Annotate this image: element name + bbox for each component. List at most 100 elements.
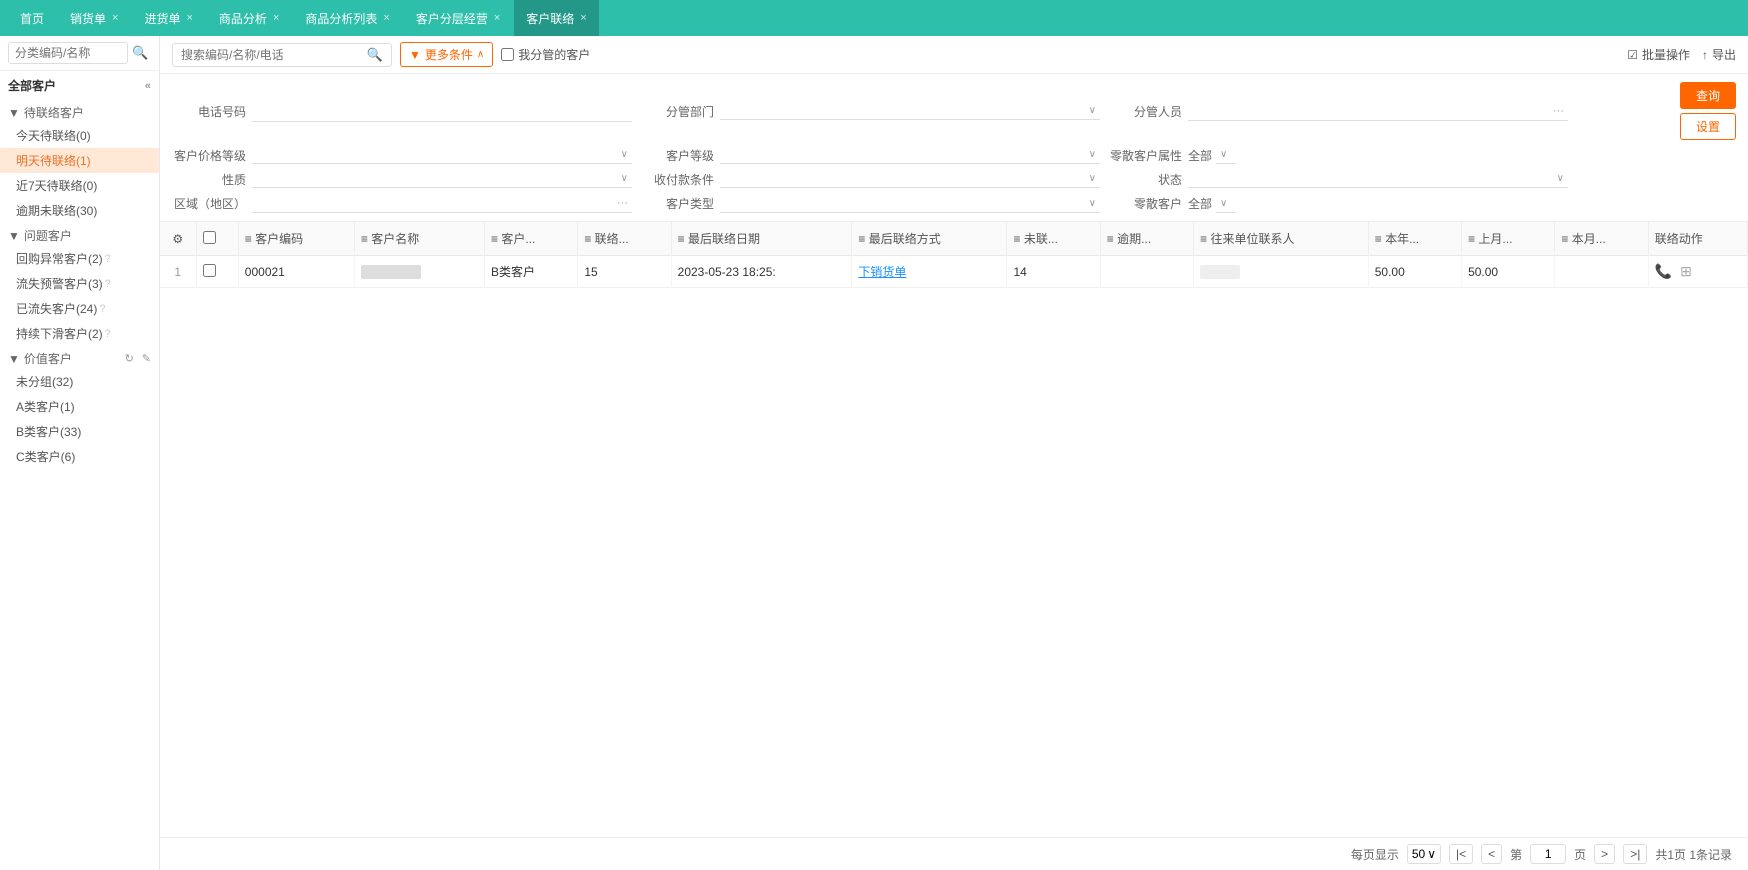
prev-page-button[interactable]: < xyxy=(1481,844,1502,864)
sort-type-icon: ≡ xyxy=(491,232,498,246)
close-product-analysis-icon[interactable]: × xyxy=(273,12,279,24)
filter-dept-select[interactable]: ∨ xyxy=(720,102,1100,120)
sidebar-item-churn-warning[interactable]: 流失预警客户(3) ? xyxy=(0,271,159,296)
filter-region-select[interactable]: ··· xyxy=(252,194,632,213)
th-type[interactable]: ≡ 客户... xyxy=(485,222,578,256)
sidebar-item-class-a[interactable]: A类客户(1) xyxy=(0,394,159,419)
sidebar-item-overdue-contact[interactable]: 逾期未联络(30) xyxy=(0,198,159,223)
nav-purchase-order[interactable]: 进货单 × xyxy=(132,0,204,36)
sidebar-item-repurchase-abnormal[interactable]: 回购异常客户(2) ? xyxy=(0,246,159,271)
edit-value-icon[interactable]: ✎ xyxy=(142,352,151,365)
filter-retail-attr-select[interactable]: ∨ xyxy=(1216,146,1236,164)
filter-status: 状态 ∨ xyxy=(1108,170,1568,188)
batch-op-button[interactable]: ☑ 批量操作 xyxy=(1627,46,1690,63)
th-code[interactable]: ≡ 客户编码 xyxy=(238,222,354,256)
sidebar-item-declining[interactable]: 持续下滑客户(2) ? xyxy=(0,321,159,346)
th-overdue[interactable]: ≡ 逾期... xyxy=(1100,222,1193,256)
filter-region: 区域（地区） ··· xyxy=(172,194,632,213)
sidebar-item-class-c[interactable]: C类客户(6) xyxy=(0,444,159,469)
th-contact-count[interactable]: ≡ 联络... xyxy=(578,222,671,256)
page-input[interactable] xyxy=(1530,844,1566,864)
cell-last-method[interactable]: 下销货单 xyxy=(852,256,1007,288)
nav-sales-order[interactable]: 销货单 × xyxy=(58,0,130,36)
group-value-customers[interactable]: ▼ 价值客户 ↻ ✎ xyxy=(0,346,159,369)
group-problem-customers[interactable]: ▼ 问题客户 xyxy=(0,223,159,246)
sort-this-month-icon: ≡ xyxy=(1561,232,1568,246)
th-last-date[interactable]: ≡ 最后联络日期 xyxy=(671,222,852,256)
th-checkbox[interactable] xyxy=(196,222,238,256)
filter-status-label: 状态 xyxy=(1108,171,1188,188)
filter-retail-customer: 零散客户 全部 ∨ xyxy=(1108,195,1568,213)
retail-customer-arrow-icon: ∨ xyxy=(1220,198,1227,209)
select-all-checkbox[interactable] xyxy=(203,231,216,244)
filter-status-select[interactable]: ∨ xyxy=(1188,170,1568,188)
close-sales-order-icon[interactable]: × xyxy=(112,12,118,24)
page-size-select[interactable]: 50 ∨ xyxy=(1407,844,1441,864)
all-customers-header[interactable]: 全部客户 « xyxy=(0,71,159,100)
filter-payment-terms-label: 收付款条件 xyxy=(640,171,720,188)
filter-nature-select[interactable]: ∨ xyxy=(252,170,632,188)
close-purchase-order-icon[interactable]: × xyxy=(186,12,192,24)
filter-arrow-icon: ∧ xyxy=(477,49,484,60)
next-page-button[interactable]: > xyxy=(1594,844,1615,864)
filter-customer-type-select[interactable]: ∨ xyxy=(720,195,1100,213)
sidebar-item-class-b[interactable]: B类客户(33) xyxy=(0,419,159,444)
sidebar-item-ungrouped[interactable]: 未分组(32) xyxy=(0,369,159,394)
sidebar-item-today-contact[interactable]: 今天待联络(0) xyxy=(0,123,159,148)
close-customer-tiering-icon[interactable]: × xyxy=(494,12,500,24)
my-customers-checkbox[interactable]: 我分管的客户 xyxy=(501,46,590,63)
sidebar-item-churned[interactable]: 已流失客户(24) ? xyxy=(0,296,159,321)
nav-customer-contact[interactable]: 客户联络 × xyxy=(514,0,598,36)
call-icon[interactable]: 📞 xyxy=(1655,263,1672,280)
last-page-button[interactable]: >| xyxy=(1623,844,1647,864)
nav-product-analysis[interactable]: 商品分析 × xyxy=(207,0,291,36)
th-no-contact[interactable]: ≡ 未联... xyxy=(1007,222,1100,256)
sidebar-item-tomorrow-contact[interactable]: 明天待联络(1) xyxy=(0,148,159,173)
filter-region-label: 区域（地区） xyxy=(172,195,252,212)
gear-icon[interactable]: ⚙ xyxy=(172,232,183,246)
sidebar-search-icon[interactable]: 🔍 xyxy=(132,45,148,61)
more-filter-button[interactable]: ▼ 更多条件 ∧ xyxy=(400,42,493,67)
filter-retail-customer-select[interactable]: ∨ xyxy=(1216,195,1236,213)
cell-checkbox[interactable] xyxy=(196,256,238,288)
group-problem-label: 问题客户 xyxy=(24,227,72,244)
search-icon[interactable]: 🔍 xyxy=(367,47,383,63)
refresh-value-icon[interactable]: ↻ xyxy=(125,352,134,365)
th-name[interactable]: ≡ 客户名称 xyxy=(354,222,484,256)
query-button[interactable]: 查询 xyxy=(1680,82,1736,109)
first-page-button[interactable]: |< xyxy=(1449,844,1473,864)
my-customers-check[interactable] xyxy=(501,48,514,61)
price-level-arrow-icon: ∨ xyxy=(621,149,628,160)
row-checkbox[interactable] xyxy=(203,264,216,277)
person-more-icon: ··· xyxy=(1553,105,1564,117)
th-this-year[interactable]: ≡ 本年... xyxy=(1368,222,1461,256)
th-gear[interactable]: ⚙ xyxy=(160,222,196,256)
th-last-month[interactable]: ≡ 上月... xyxy=(1462,222,1555,256)
filter-price-level-select[interactable]: ∨ xyxy=(252,146,632,164)
nav-customer-tiering[interactable]: 客户分层经营 × xyxy=(404,0,512,36)
filter-payment-terms-select[interactable]: ∨ xyxy=(720,170,1100,188)
close-customer-contact-icon[interactable]: × xyxy=(580,12,586,24)
grid-icon[interactable]: ⊞ xyxy=(1680,263,1692,280)
th-this-month[interactable]: ≡ 本月... xyxy=(1555,222,1648,256)
th-last-method[interactable]: ≡ 最后联络方式 xyxy=(852,222,1007,256)
nav-home[interactable]: 首页 xyxy=(8,0,56,36)
sidebar-item-7days-contact[interactable]: 近7天待联络(0) xyxy=(0,173,159,198)
region-more-icon: ··· xyxy=(617,197,628,209)
payment-terms-arrow-icon: ∨ xyxy=(1089,173,1096,184)
export-button[interactable]: ↑ 导出 xyxy=(1702,46,1736,63)
filter-phone-input[interactable] xyxy=(252,101,632,122)
filter-retail-attr: 零散客户属性 全部 ∨ xyxy=(1108,146,1568,164)
help-repurchase-icon: ? xyxy=(105,253,111,265)
nav-product-analysis-list[interactable]: 商品分析列表 × xyxy=(293,0,401,36)
close-product-analysis-list-icon[interactable]: × xyxy=(383,12,389,24)
group-pending-contact[interactable]: ▼ 待联络客户 xyxy=(0,100,159,123)
search-input[interactable] xyxy=(181,48,361,62)
filter-customer-level-select[interactable]: ∨ xyxy=(720,146,1100,164)
filter-person-select[interactable]: ··· xyxy=(1188,102,1568,121)
settings-button[interactable]: 设置 xyxy=(1680,113,1736,140)
th-contact-person[interactable]: ≡ 往来单位联系人 xyxy=(1194,222,1369,256)
sidebar-search-input[interactable] xyxy=(8,42,128,64)
filter-price-level: 客户价格等级 ∨ xyxy=(172,146,632,164)
batch-op-icon: ☑ xyxy=(1627,48,1638,62)
